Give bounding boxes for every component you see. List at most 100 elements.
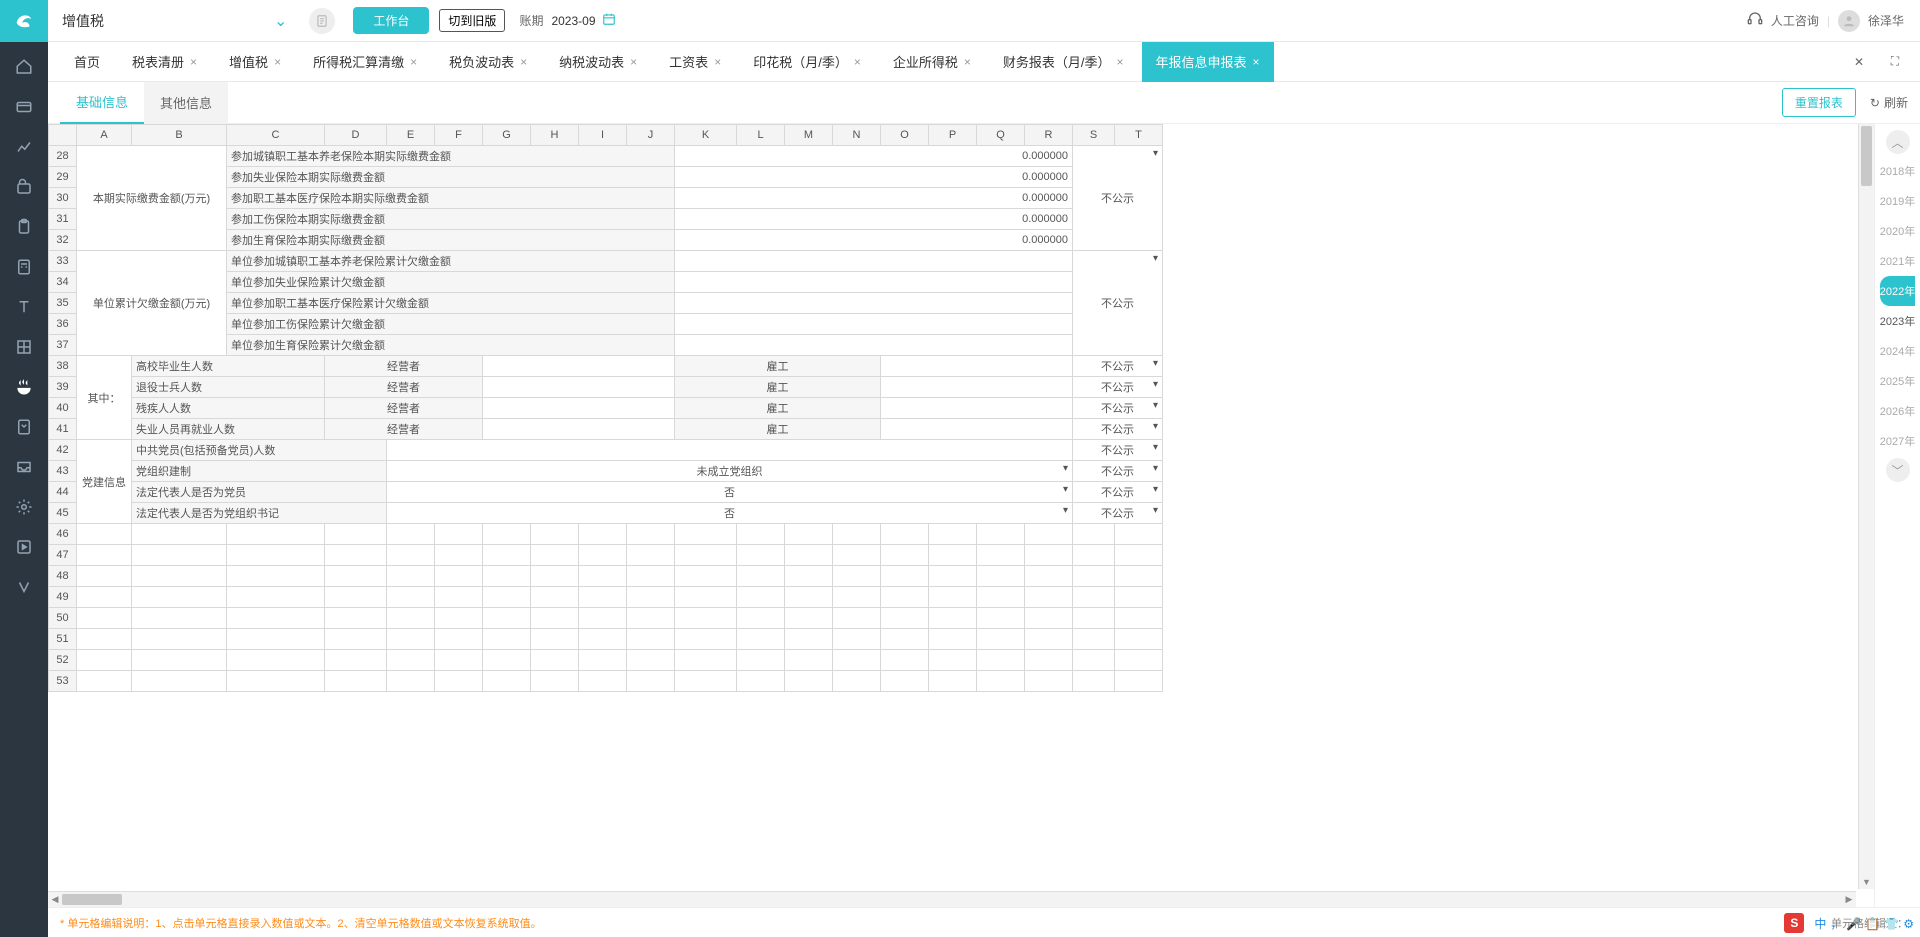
cell[interactable] bbox=[1025, 671, 1073, 692]
tray-item[interactable]: ⚙ bbox=[1903, 917, 1914, 931]
period-value[interactable]: 2023-09 bbox=[551, 14, 595, 28]
cell[interactable] bbox=[929, 650, 977, 671]
sb-play-icon[interactable] bbox=[13, 536, 35, 558]
row-header[interactable]: 39 bbox=[49, 377, 77, 398]
cell[interactable] bbox=[77, 629, 132, 650]
cell[interactable] bbox=[881, 524, 929, 545]
cell[interactable] bbox=[881, 650, 929, 671]
cell[interactable] bbox=[387, 545, 435, 566]
cell[interactable] bbox=[579, 629, 627, 650]
cell[interactable] bbox=[737, 524, 785, 545]
cell[interactable]: 参加生育保险本期实际缴费金额 bbox=[227, 230, 675, 251]
tab-close-icon[interactable]: × bbox=[1253, 55, 1260, 69]
tab-增值税[interactable]: 增值税× bbox=[215, 42, 295, 82]
cell[interactable] bbox=[435, 545, 483, 566]
cell[interactable] bbox=[977, 545, 1025, 566]
tab-印花税（月/季）[interactable]: 印花税（月/季）× bbox=[739, 42, 875, 82]
cell[interactable] bbox=[387, 629, 435, 650]
cell[interactable]: 单位累计欠缴金额(万元) bbox=[77, 251, 227, 356]
year-2024年[interactable]: 2024年 bbox=[1880, 336, 1915, 366]
cell[interactable] bbox=[227, 545, 325, 566]
cell[interactable]: 经营者 bbox=[325, 356, 483, 377]
year-up-button[interactable]: ︿ bbox=[1886, 130, 1910, 154]
cell[interactable] bbox=[1115, 566, 1163, 587]
cell[interactable] bbox=[929, 671, 977, 692]
doc-icon[interactable] bbox=[309, 8, 335, 34]
scroll-right-icon[interactable]: ▶ bbox=[1842, 892, 1856, 907]
cell[interactable] bbox=[483, 608, 531, 629]
cell[interactable] bbox=[977, 524, 1025, 545]
cell[interactable] bbox=[579, 524, 627, 545]
row-header[interactable]: 48 bbox=[49, 566, 77, 587]
cell[interactable] bbox=[132, 587, 227, 608]
row-header[interactable]: 35 bbox=[49, 293, 77, 314]
cell[interactable] bbox=[675, 272, 1073, 293]
cell[interactable] bbox=[881, 608, 929, 629]
cell[interactable] bbox=[627, 629, 675, 650]
row-header[interactable]: 43 bbox=[49, 461, 77, 482]
cell[interactable]: 0.000000 bbox=[675, 146, 1073, 167]
cell[interactable] bbox=[785, 524, 833, 545]
cell[interactable] bbox=[785, 587, 833, 608]
cell[interactable] bbox=[737, 650, 785, 671]
col-header-E[interactable]: E bbox=[387, 125, 435, 146]
cell[interactable] bbox=[675, 251, 1073, 272]
vertical-scrollbar[interactable]: ▲ ▼ bbox=[1858, 124, 1874, 889]
cell[interactable] bbox=[675, 566, 737, 587]
cell[interactable] bbox=[483, 419, 675, 440]
cell[interactable] bbox=[881, 545, 929, 566]
cell[interactable] bbox=[483, 566, 531, 587]
cell[interactable] bbox=[737, 587, 785, 608]
tab-工资表[interactable]: 工资表× bbox=[655, 42, 735, 82]
tab-close-icon[interactable]: × bbox=[964, 55, 971, 69]
cell[interactable] bbox=[977, 587, 1025, 608]
cell[interactable]: 单位参加生育保险累计欠缴金额 bbox=[227, 335, 675, 356]
cell[interactable]: 残疾人人数 bbox=[132, 398, 325, 419]
cell[interactable] bbox=[675, 314, 1073, 335]
cell[interactable] bbox=[929, 587, 977, 608]
cell[interactable] bbox=[627, 545, 675, 566]
cell[interactable] bbox=[675, 335, 1073, 356]
row-header[interactable]: 37 bbox=[49, 335, 77, 356]
row-header[interactable]: 40 bbox=[49, 398, 77, 419]
cell[interactable]: 不公示 bbox=[1073, 482, 1163, 503]
cell[interactable] bbox=[77, 671, 132, 692]
corner-cell[interactable] bbox=[49, 125, 77, 146]
cell[interactable]: 参加城镇职工基本养老保险本期实际缴费金额 bbox=[227, 146, 675, 167]
col-header-J[interactable]: J bbox=[627, 125, 675, 146]
cell[interactable] bbox=[387, 524, 435, 545]
cell[interactable]: 法定代表人是否为党员 bbox=[132, 482, 387, 503]
cell[interactable] bbox=[1025, 545, 1073, 566]
cell[interactable] bbox=[737, 608, 785, 629]
cell[interactable] bbox=[435, 587, 483, 608]
tab-close-icon[interactable]: × bbox=[714, 55, 721, 69]
cell[interactable] bbox=[77, 524, 132, 545]
col-header-M[interactable]: M bbox=[785, 125, 833, 146]
col-header-A[interactable]: A bbox=[77, 125, 132, 146]
col-header-R[interactable]: R bbox=[1025, 125, 1073, 146]
cell[interactable]: 单位参加工伤保险累计欠缴金额 bbox=[227, 314, 675, 335]
cell[interactable] bbox=[483, 629, 531, 650]
sb-text-icon[interactable] bbox=[13, 296, 35, 318]
cell[interactable] bbox=[132, 545, 227, 566]
ime-icon[interactable]: S bbox=[1784, 913, 1804, 933]
cell[interactable] bbox=[132, 650, 227, 671]
cell[interactable] bbox=[929, 545, 977, 566]
tab-税负波动表[interactable]: 税负波动表× bbox=[435, 42, 541, 82]
year-2021年[interactable]: 2021年 bbox=[1880, 246, 1915, 276]
cell[interactable] bbox=[627, 608, 675, 629]
cell[interactable] bbox=[627, 671, 675, 692]
sb-grid-icon[interactable] bbox=[13, 336, 35, 358]
cell[interactable] bbox=[579, 587, 627, 608]
cell[interactable]: 雇工 bbox=[675, 398, 881, 419]
row-header[interactable]: 36 bbox=[49, 314, 77, 335]
cell[interactable]: 不公示 bbox=[1073, 146, 1163, 251]
cell[interactable] bbox=[483, 545, 531, 566]
cell[interactable] bbox=[387, 650, 435, 671]
cell[interactable] bbox=[132, 566, 227, 587]
support-label[interactable]: 人工咨询 bbox=[1771, 12, 1819, 29]
cell[interactable] bbox=[579, 650, 627, 671]
cell[interactable]: 不公示 bbox=[1073, 461, 1163, 482]
cell[interactable] bbox=[531, 629, 579, 650]
sb-calc-icon[interactable] bbox=[13, 256, 35, 278]
